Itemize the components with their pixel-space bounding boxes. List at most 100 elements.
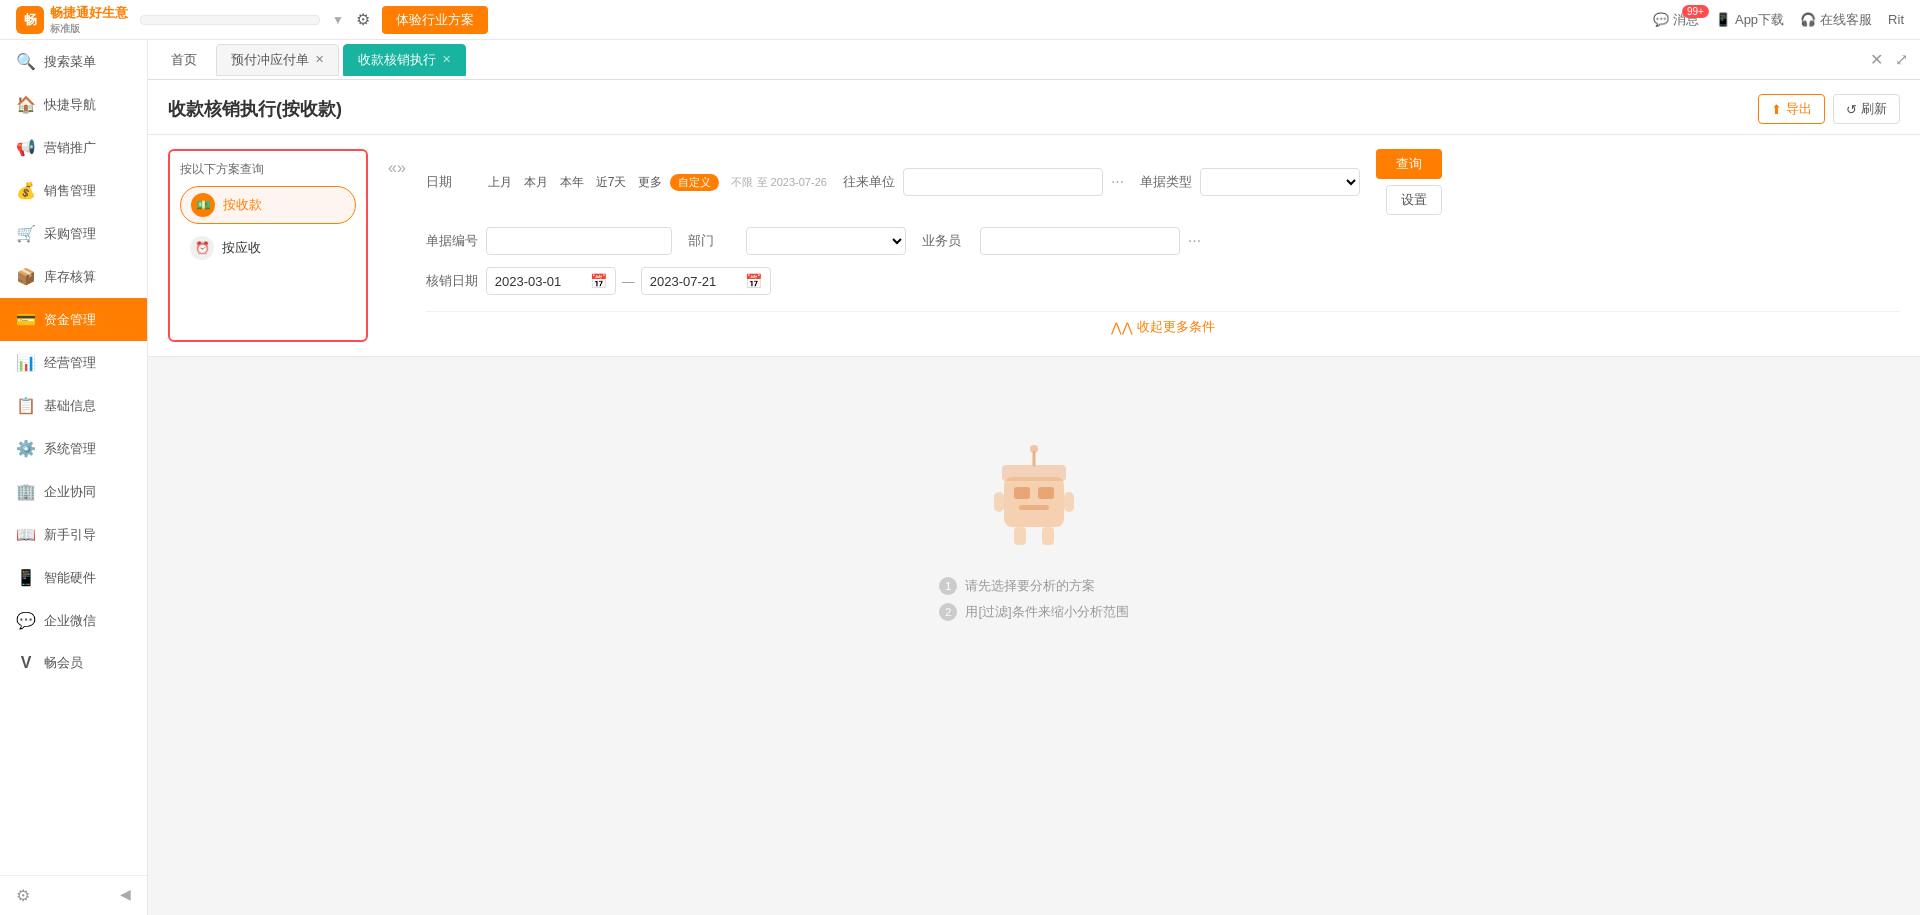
date-btn-more[interactable]: 更多 — [634, 172, 666, 193]
filter-row-3: 核销日期 2023-03-01 📅 — 2023-07-21 📅 — [426, 267, 1900, 295]
page-header: 收款核销执行(按收款) ⬆ 导出 ↺ 刷新 — [148, 80, 1920, 135]
sidebar-item-finance[interactable]: 💳 资金管理 — [0, 298, 147, 341]
date-btn-this-month[interactable]: 本月 — [520, 172, 552, 193]
topbar: 畅 畅捷通好生意 标准版 ▼ ⚙ 体验行业方案 💬 消息 99+ 📱 App下载… — [0, 0, 1920, 40]
hint-num-2: 2 — [939, 603, 957, 621]
doc-no-input[interactable] — [486, 227, 672, 255]
sidebar-item-quick-nav[interactable]: 🏠 快捷导航 — [0, 83, 147, 126]
tab-close-receipt[interactable]: ✕ — [442, 53, 451, 66]
search-icon: 🔍 — [16, 52, 36, 71]
topbar-right: 💬 消息 99+ 📱 App下载 🎧 在线客服 Rit — [1653, 11, 1904, 29]
app-download-button[interactable]: 📱 App下载 — [1715, 11, 1784, 29]
filter-option-by-receivable[interactable]: ⏰ 按应收 — [180, 230, 356, 266]
system-icon: ⚙️ — [16, 439, 36, 458]
staff-label: 业务员 — [922, 232, 972, 250]
calendar-end-icon[interactable]: 📅 — [745, 273, 762, 289]
sidebar-item-guide[interactable]: 📖 新手引导 — [0, 513, 147, 556]
doc-no-label: 单据编号 — [426, 232, 478, 250]
empty-hint-1: 1 请先选择要分析的方案 — [939, 577, 1128, 595]
sidebar-item-inventory[interactable]: 📦 库存核算 — [0, 255, 147, 298]
refresh-button[interactable]: ↺ 刷新 — [1833, 94, 1900, 124]
date-btn-this-year[interactable]: 本年 — [556, 172, 588, 193]
empty-hints: 1 请先选择要分析的方案 2 用[过滤]条件来缩小分析范围 — [939, 577, 1128, 621]
counterparty-input[interactable] — [903, 168, 1103, 196]
doc-type-select[interactable] — [1200, 168, 1360, 196]
dropdown-chevron[interactable]: ▼ — [332, 13, 344, 27]
svg-rect-4 — [994, 492, 1004, 512]
filter-fields: 日期 上月 本月 本年 近7天 更多 自定义 不限 — [426, 149, 1900, 342]
sidebar-settings-icon[interactable]: ⚙ — [16, 886, 30, 905]
sidebar-item-wechat[interactable]: 💬 企业微信 — [0, 599, 147, 642]
calendar-start-icon[interactable]: 📅 — [590, 273, 607, 289]
headphone-icon: 🎧 — [1800, 12, 1816, 27]
sidebar-item-purchase[interactable]: 🛒 采购管理 — [0, 212, 147, 255]
doc-type-label: 单据类型 — [1140, 173, 1192, 191]
svg-rect-8 — [1002, 465, 1066, 481]
app-icon: 📱 — [1715, 12, 1731, 27]
writeoff-end-date[interactable]: 2023-07-21 📅 — [641, 267, 771, 295]
main-layout: 🔍 搜索菜单 🏠 快捷导航 📢 营销推广 💰 销售管理 🛒 采购管理 📦 库存核… — [0, 40, 1920, 915]
search-bar[interactable] — [140, 15, 320, 25]
date-btn-last-month[interactable]: 上月 — [484, 172, 516, 193]
sidebar-item-marketing[interactable]: 📢 营销推广 — [0, 126, 147, 169]
user-menu[interactable]: Rit — [1888, 12, 1904, 27]
sidebar-item-enterprise[interactable]: 🏢 企业协同 — [0, 470, 147, 513]
operations-icon: 📊 — [16, 353, 36, 372]
empty-svg-icon — [974, 437, 1094, 557]
dept-select[interactable] — [746, 227, 906, 255]
online-service-button[interactable]: 🎧 在线客服 — [1800, 11, 1872, 29]
date-custom-tag[interactable]: 自定义 — [670, 174, 719, 191]
export-icon: ⬆ — [1771, 102, 1782, 117]
svg-rect-5 — [1064, 492, 1074, 512]
tab-bar-actions: ✕ ⤢ — [1866, 46, 1912, 73]
sidebar-item-member[interactable]: V 畅会员 — [0, 642, 147, 684]
svg-rect-6 — [1014, 527, 1026, 545]
staff-more-icon[interactable]: ··· — [1188, 232, 1201, 250]
sidebar-item-search[interactable]: 🔍 搜索菜单 — [0, 40, 147, 83]
solution-button[interactable]: 体验行业方案 — [382, 6, 488, 34]
tab-receipt-offset[interactable]: 收款核销执行 ✕ — [343, 44, 466, 76]
export-button[interactable]: ⬆ 导出 — [1758, 94, 1825, 124]
sidebar-item-system[interactable]: ⚙️ 系统管理 — [0, 427, 147, 470]
page-content: 收款核销执行(按收款) ⬆ 导出 ↺ 刷新 按以下方案查询 — [148, 80, 1920, 915]
tab-prepay-offset[interactable]: 预付冲应付单 ✕ — [216, 44, 339, 76]
date-to-label: 至 — [757, 176, 771, 188]
collapse-up-icon: ⋀⋀ — [1111, 320, 1133, 335]
date-btn-7days[interactable]: 近7天 — [592, 172, 631, 193]
tab-close-prepay[interactable]: ✕ — [315, 53, 324, 66]
writeoff-start-date[interactable]: 2023-03-01 📅 — [486, 267, 616, 295]
sidebar-collapse-icon[interactable]: ◀ — [120, 886, 131, 905]
sidebar-item-hardware[interactable]: 📱 智能硬件 — [0, 556, 147, 599]
refresh-icon: ↺ — [1846, 102, 1857, 117]
content-area: 首页 预付冲应付单 ✕ 收款核销执行 ✕ ✕ ⤢ 收款核销执行(按收款) — [148, 40, 1920, 915]
receipt-icon: 💵 — [191, 193, 215, 217]
staff-input[interactable] — [980, 227, 1180, 255]
writeoff-date-group: 核销日期 2023-03-01 📅 — 2023-07-21 📅 — [426, 267, 771, 295]
gear-icon[interactable]: ⚙ — [356, 10, 370, 29]
member-icon: V — [16, 654, 36, 672]
sales-icon: 💰 — [16, 181, 36, 200]
svg-point-10 — [1030, 445, 1038, 453]
sidebar-item-basic-info[interactable]: 📋 基础信息 — [0, 384, 147, 427]
setting-button[interactable]: 设置 — [1386, 185, 1442, 215]
sidebar: 🔍 搜索菜单 🏠 快捷导航 📢 营销推广 💰 销售管理 🛒 采购管理 📦 库存核… — [0, 40, 148, 915]
collapse-more-btn[interactable]: ⋀⋀ 收起更多条件 — [426, 311, 1900, 342]
filter-row-1: 日期 上月 本月 本年 近7天 更多 自定义 不限 — [426, 149, 1900, 215]
wechat-icon: 💬 — [16, 611, 36, 630]
empty-state: 1 请先选择要分析的方案 2 用[过滤]条件来缩小分析范围 — [148, 357, 1920, 701]
message-button[interactable]: 💬 消息 99+ — [1653, 11, 1699, 29]
expand-tab-button[interactable]: ⤢ — [1891, 46, 1912, 73]
filter-collapse-icon[interactable]: «» — [384, 157, 410, 179]
sidebar-item-sales[interactable]: 💰 销售管理 — [0, 169, 147, 212]
counterparty-more-icon[interactable]: ··· — [1111, 173, 1124, 191]
close-tab-button[interactable]: ✕ — [1866, 46, 1887, 73]
marketing-icon: 📢 — [16, 138, 36, 157]
purchase-icon: 🛒 — [16, 224, 36, 243]
sidebar-item-operations[interactable]: 📊 经营管理 — [0, 341, 147, 384]
tab-home[interactable]: 首页 — [156, 44, 212, 76]
doc-no-filter-group: 单据编号 — [426, 227, 672, 255]
hardware-icon: 📱 — [16, 568, 36, 587]
query-button[interactable]: 查询 — [1376, 149, 1442, 179]
date-filter-group: 日期 上月 本月 本年 近7天 更多 自定义 不限 — [426, 172, 827, 193]
filter-option-by-receipt[interactable]: 💵 按收款 — [180, 186, 356, 224]
